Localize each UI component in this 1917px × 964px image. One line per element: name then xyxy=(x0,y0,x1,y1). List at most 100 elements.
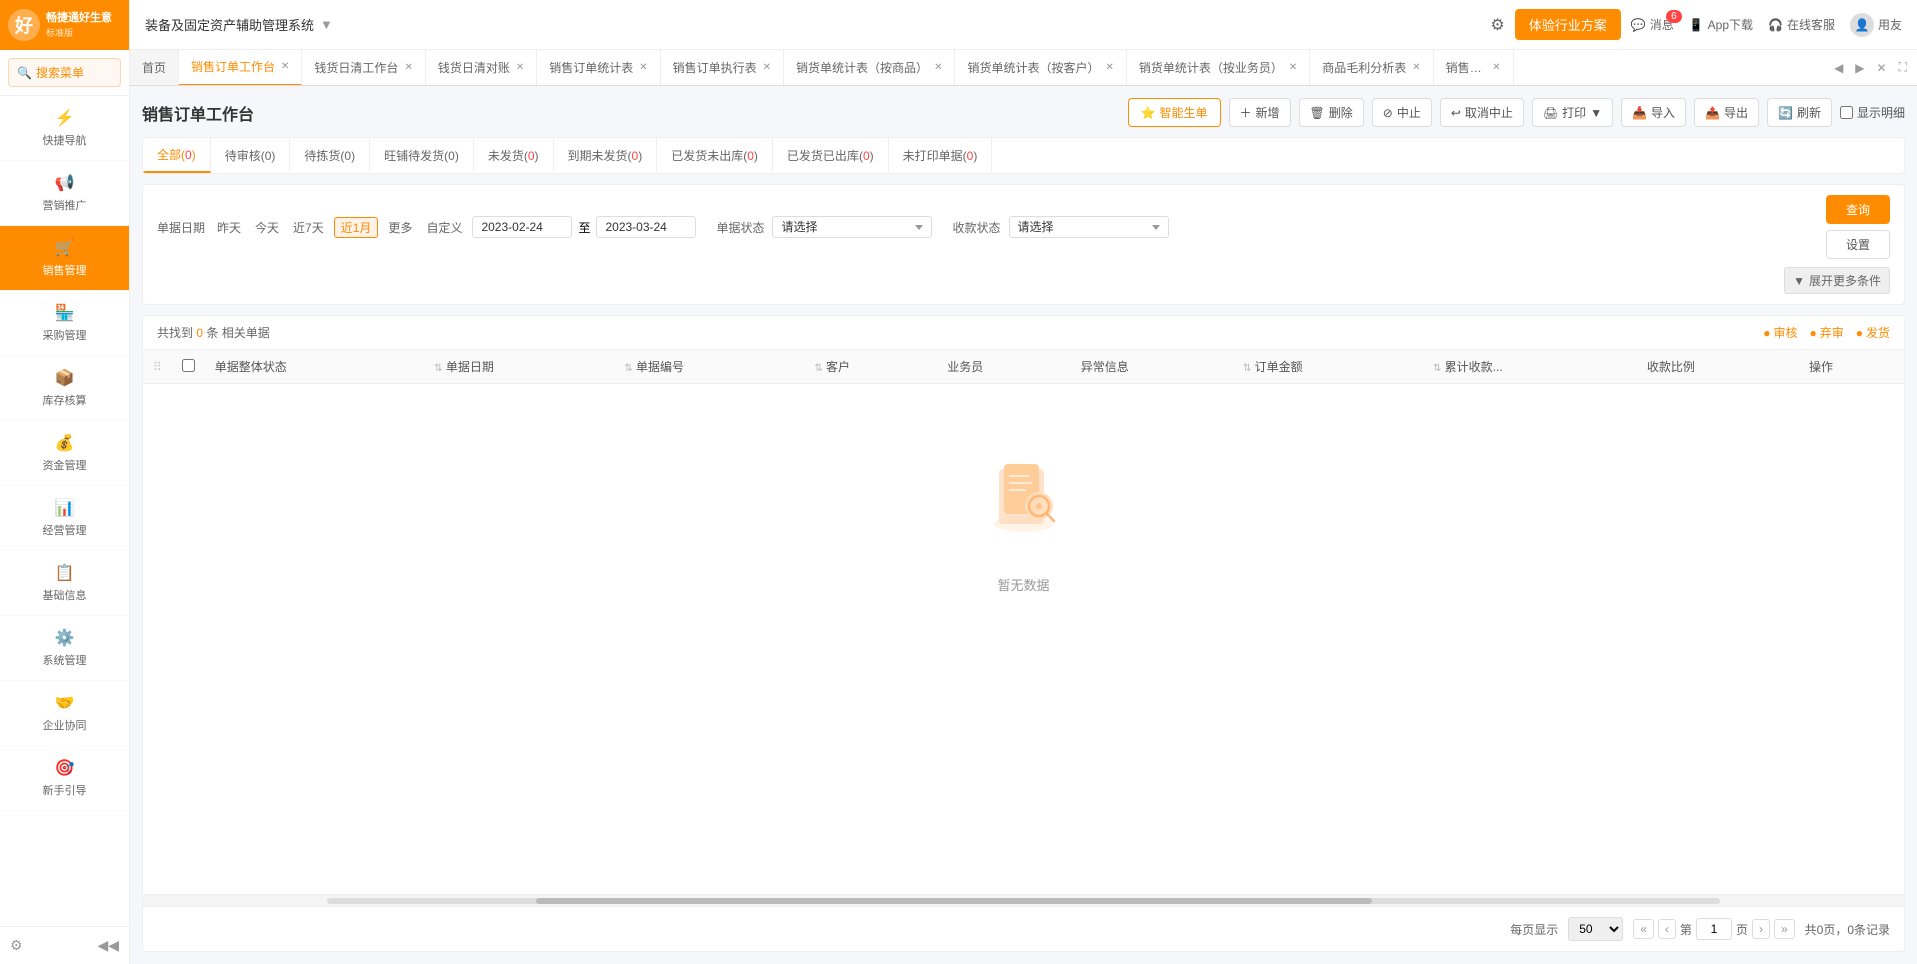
filter-tab-not-printed[interactable]: 未打印单据(0) xyxy=(889,139,993,172)
status-select[interactable]: 请选择 xyxy=(772,216,932,238)
tab-close-margin-analysis[interactable]: ✕ xyxy=(1412,62,1420,73)
module-dropdown-icon[interactable]: ▼ xyxy=(320,17,333,32)
tab-close-sales-stats[interactable]: ✕ xyxy=(639,62,647,73)
tab-next-icon[interactable]: ▶ xyxy=(1851,59,1868,77)
tab-sales-workbench[interactable]: 销售订单工作台 ✕ xyxy=(179,50,302,86)
sidebar-item-inventory[interactable]: 📦 库存核算 xyxy=(0,356,129,421)
filter-tab-pending-review[interactable]: 待审核(0) xyxy=(211,139,291,172)
th-date[interactable]: ⇅ 单据日期 xyxy=(424,350,614,384)
query-button[interactable]: 查询 xyxy=(1826,195,1890,224)
date-shortcut-1month[interactable]: 近1月 xyxy=(334,217,379,238)
tab-close-sales-exec[interactable]: ✕ xyxy=(763,62,771,73)
select-all-checkbox[interactable] xyxy=(182,359,195,372)
tab-summary-customer[interactable]: 销货单统计表（按客户） ✕ xyxy=(955,50,1126,86)
tab-close-summary-staff[interactable]: ✕ xyxy=(1289,62,1297,73)
cancel-stop-button[interactable]: ↩ 取消中止 xyxy=(1440,98,1524,127)
th-collected[interactable]: ⇅ 累计收款... xyxy=(1423,350,1637,384)
filter-tab-shipped-out[interactable]: 已发货已出库(0) xyxy=(773,139,889,172)
th-number[interactable]: ⇅ 单据编号 xyxy=(614,350,804,384)
collapse-icon[interactable]: ◀◀ xyxy=(97,937,119,954)
show-detail-checkbox-label[interactable]: 显示明细 xyxy=(1840,104,1905,121)
topbar-settings-icon[interactable]: ⚙ xyxy=(1490,15,1504,35)
next-page-button[interactable]: › xyxy=(1752,919,1770,939)
cancel-review-action-button[interactable]: ● 弃审 xyxy=(1809,324,1843,341)
sidebar-item-operation[interactable]: 📊 经营管理 xyxy=(0,486,129,551)
tab-close-cash-reconcile[interactable]: ✕ xyxy=(516,62,524,73)
tab-home[interactable]: 首页 xyxy=(130,50,179,86)
tab-sales-profit[interactable]: 销售毛利 ✕ xyxy=(1434,50,1514,86)
tab-sales-stats[interactable]: 销售订单统计表 ✕ xyxy=(537,50,660,86)
sidebar-item-sales[interactable]: 🛒 销售管理 xyxy=(0,226,129,291)
table-head: ⠿ 单据整体状态 ⇅ 单据日期 xyxy=(143,350,1904,384)
online-service-action[interactable]: 🎧 在线客服 xyxy=(1768,16,1835,33)
sidebar-item-finance[interactable]: 💰 资金管理 xyxy=(0,421,129,486)
first-page-button[interactable]: « xyxy=(1633,919,1654,939)
refresh-button[interactable]: 🔄 刷新 xyxy=(1767,98,1832,127)
show-detail-checkbox[interactable] xyxy=(1840,106,1853,119)
print-button[interactable]: 🖨 打印 ▼ xyxy=(1532,98,1613,127)
tab-cash-reconcile[interactable]: 钱货日清对账 ✕ xyxy=(426,50,537,86)
date-shortcut-today[interactable]: 今天 xyxy=(251,217,283,238)
tab-close-sales-workbench[interactable]: ✕ xyxy=(281,61,289,72)
setting-button[interactable]: 设置 xyxy=(1826,230,1890,259)
tab-prev-icon[interactable]: ◀ xyxy=(1830,59,1847,77)
sidebar-item-system[interactable]: ⚙️ 系统管理 xyxy=(0,616,129,681)
export-button[interactable]: 📤 导出 xyxy=(1694,98,1759,127)
tab-sales-exec[interactable]: 销售订单执行表 ✕ xyxy=(661,50,784,86)
tab-close-sales-profit[interactable]: ✕ xyxy=(1492,62,1500,73)
date-shortcut-yesterday[interactable]: 昨天 xyxy=(213,217,245,238)
sidebar-item-quicknav[interactable]: ⚡ 快捷导航 xyxy=(0,96,129,161)
th-customer[interactable]: ⇅ 客户 xyxy=(804,350,937,384)
filter-tab-not-shipped[interactable]: 未发货(0) xyxy=(474,139,554,172)
sidebar-item-marketing[interactable]: 📢 营销推广 xyxy=(0,161,129,226)
filter-tab-all[interactable]: 全部(0) xyxy=(143,138,211,173)
delete-button[interactable]: 🗑 删除 xyxy=(1299,98,1364,127)
sidebar-item-base[interactable]: 📋 基础信息 xyxy=(0,551,129,616)
tab-close-summary-customer[interactable]: ✕ xyxy=(1105,62,1113,73)
tab-close-all-icon[interactable]: ✕ xyxy=(1873,59,1891,77)
tab-summary-staff[interactable]: 销货单统计表（按业务员） ✕ xyxy=(1127,50,1310,86)
ship-action-button[interactable]: ● 发货 xyxy=(1856,324,1890,341)
date-shortcut-custom[interactable]: 自定义 xyxy=(422,217,466,238)
tab-margin-analysis[interactable]: 商品毛利分析表 ✕ xyxy=(1310,50,1433,86)
tab-cash-daily[interactable]: 钱货日清工作台 ✕ xyxy=(302,50,425,86)
import-button[interactable]: 📥 导入 xyxy=(1621,98,1686,127)
sidebar-item-guide[interactable]: 🎯 新手引导 xyxy=(0,746,129,811)
date-shortcut-more[interactable]: 更多 xyxy=(384,217,416,238)
filter-tab-wangpu[interactable]: 旺铺待发货(0) xyxy=(370,139,474,172)
sidebar: 好 畅捷通好生意 标准版 🔍 搜索菜单 ⚡ 快捷导航 📢 营销推广 🛒 销售管理… xyxy=(0,0,130,964)
solution-button[interactable]: 体验行业方案 xyxy=(1515,9,1621,40)
tab-fullscreen-icon[interactable]: ⛶ xyxy=(1895,58,1911,77)
tab-close-summary-product[interactable]: ✕ xyxy=(934,62,942,73)
sort-icon-5: ⇅ xyxy=(1433,363,1441,374)
prev-page-button[interactable]: ‹ xyxy=(1658,919,1676,939)
last-page-button[interactable]: » xyxy=(1774,919,1795,939)
expand-conditions-button[interactable]: ▼ 展开更多条件 xyxy=(1784,267,1890,294)
sidebar-item-purchase[interactable]: 🏪 采购管理 xyxy=(0,291,129,356)
payment-select[interactable]: 请选择 xyxy=(1009,216,1169,238)
filter-tab-overdue[interactable]: 到期未发货(0) xyxy=(554,139,658,172)
add-button[interactable]: ＋ 新增 xyxy=(1229,98,1291,127)
th-amount[interactable]: ⇅ 订单金额 xyxy=(1233,350,1423,384)
message-action[interactable]: 💬 消息 6 xyxy=(1631,16,1674,33)
filter-tab-shipped-not-out[interactable]: 已发货未出库(0) xyxy=(657,139,773,172)
sidebar-item-cooperation[interactable]: 🤝 企业协同 xyxy=(0,681,129,746)
tab-close-cash-daily[interactable]: ✕ xyxy=(404,62,412,73)
date-from-input[interactable] xyxy=(472,216,572,238)
tab-summary-product[interactable]: 销货单统计表（按商品） ✕ xyxy=(784,50,955,86)
date-to-input[interactable] xyxy=(596,216,696,238)
smart-create-button[interactable]: ⭐ 智能生单 xyxy=(1128,98,1221,127)
stop-button[interactable]: ⊘ 中止 xyxy=(1372,98,1432,127)
page-title: 销售订单工作台 xyxy=(142,101,254,125)
search-menu-button[interactable]: 🔍 搜索菜单 xyxy=(8,58,121,87)
settings-bottom-icon[interactable]: ⚙ xyxy=(10,937,23,954)
review-action-button[interactable]: ● 审核 xyxy=(1763,324,1797,341)
user-action[interactable]: 👤 用友 xyxy=(1850,13,1902,37)
date-shortcut-7days[interactable]: 近7天 xyxy=(289,217,328,238)
filter-tab-pending-inspect[interactable]: 待拣货(0) xyxy=(290,139,370,172)
page-number-input[interactable] xyxy=(1696,918,1732,940)
page-size-select[interactable]: 10 20 50 100 xyxy=(1568,917,1623,941)
app-download-action[interactable]: 📱 App下载 xyxy=(1689,16,1753,33)
th-status[interactable]: 单据整体状态 xyxy=(205,350,424,384)
th-staff: 业务员 xyxy=(937,350,1071,384)
